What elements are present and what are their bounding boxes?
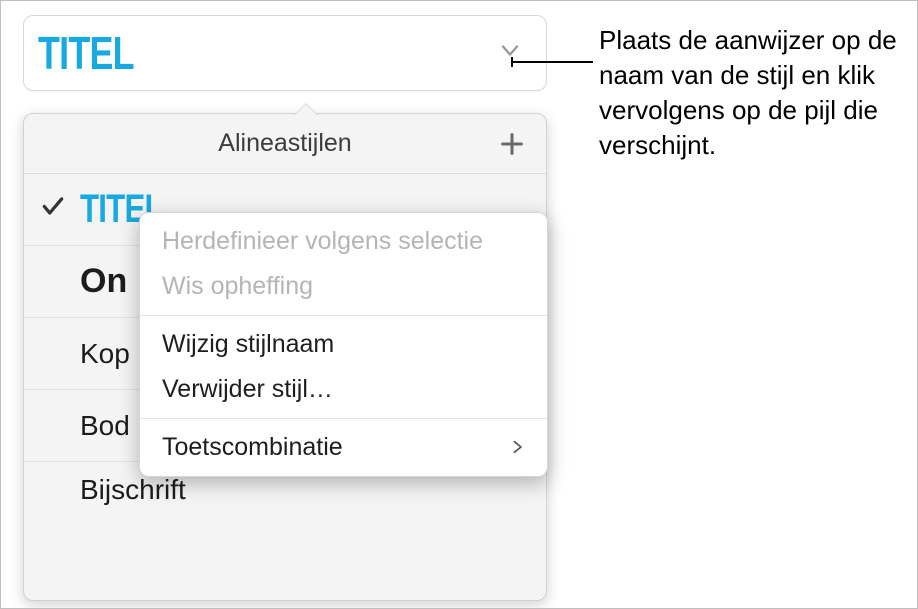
ctx-redefine: Herdefinieer volgens selectie [140, 219, 547, 264]
chevron-right-icon [509, 433, 525, 462]
style-row-label: On [80, 262, 127, 301]
ctx-item-label: Verwijder stijl… [162, 375, 333, 404]
ctx-shortcut[interactable]: Toetscombinatie [140, 425, 547, 470]
style-name-dropdown[interactable]: TITEL [23, 15, 547, 91]
ctx-item-label: Wijzig stijlnaam [162, 330, 334, 359]
screenshot-canvas: TITEL Alineastijlen TITEL On [0, 0, 918, 609]
menu-separator [140, 418, 547, 419]
chevron-down-icon[interactable] [498, 39, 522, 68]
style-row-label: Kop [80, 338, 130, 370]
style-context-menu: Herdefinieer volgens selectie Wis opheff… [139, 212, 548, 477]
popover-header: Alineastijlen [24, 114, 546, 174]
callout-leader [511, 61, 593, 63]
style-row-label: Bijschrift [80, 474, 186, 506]
ctx-item-label: Wis opheffing [162, 272, 313, 301]
callout-text: Plaats de aanwijzer op de naam van de st… [599, 23, 909, 163]
style-row-label: Bod [80, 410, 130, 442]
check-icon [40, 193, 66, 226]
menu-separator [140, 315, 547, 316]
current-style-label: TITEL [38, 26, 134, 80]
ctx-delete[interactable]: Verwijder stijl… [140, 367, 547, 412]
ctx-clear-override: Wis opheffing [140, 264, 547, 309]
ctx-item-label: Toetscombinatie [162, 433, 343, 462]
ctx-rename[interactable]: Wijzig stijlnaam [140, 322, 547, 367]
add-style-button[interactable] [496, 128, 528, 160]
popover-title: Alineastijlen [218, 129, 351, 158]
ctx-item-label: Herdefinieer volgens selectie [162, 227, 483, 256]
